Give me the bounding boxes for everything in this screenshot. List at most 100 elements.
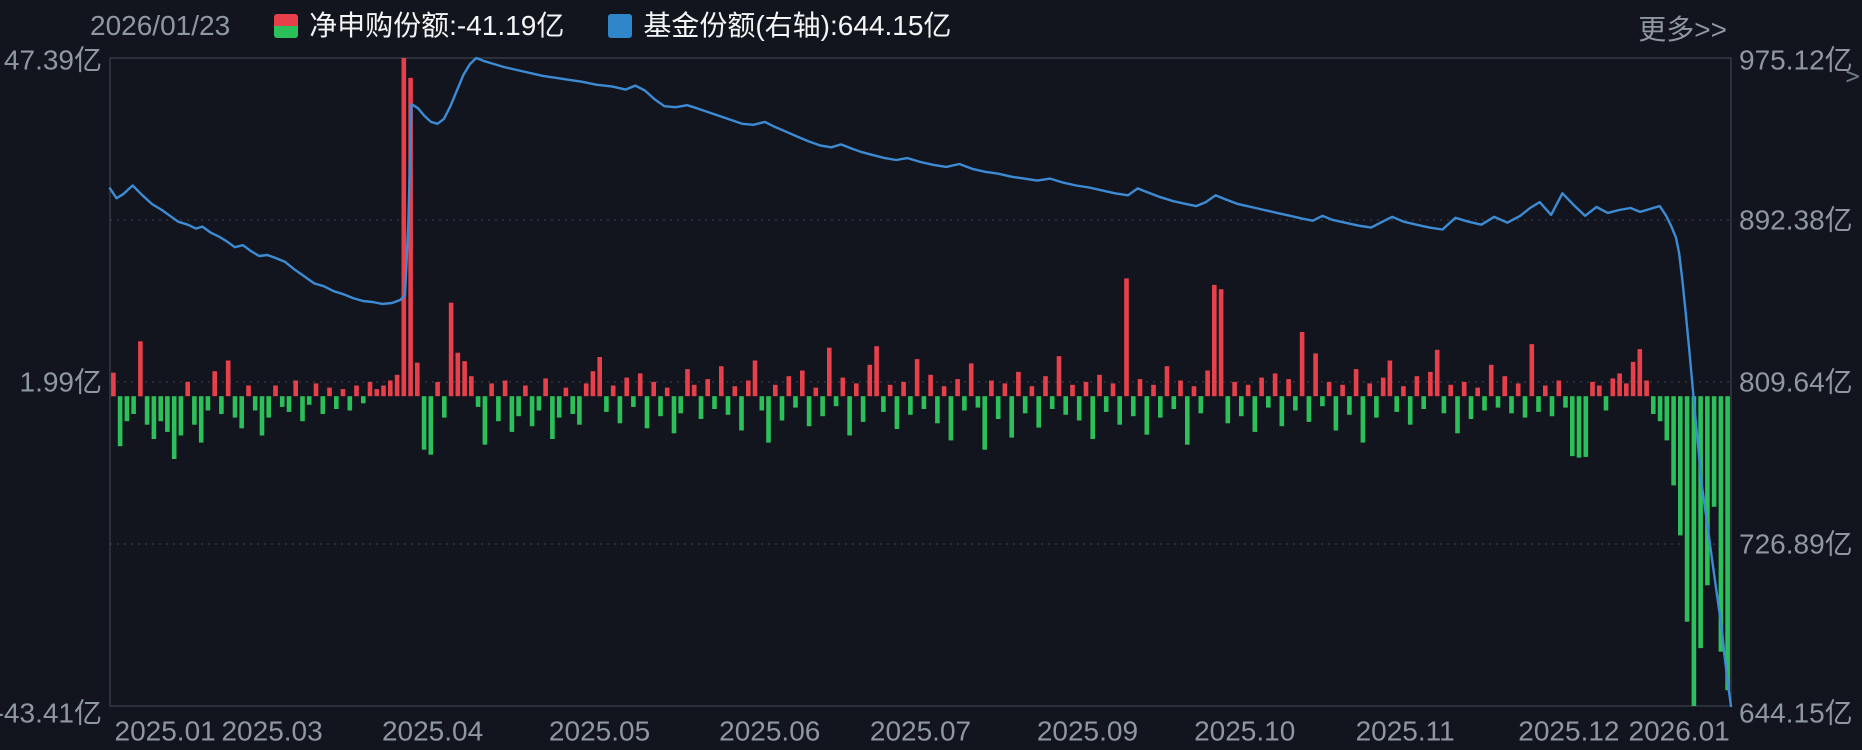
bar-outflow[interactable] <box>151 396 157 439</box>
bar-outflow[interactable] <box>442 396 447 418</box>
bar-inflow[interactable] <box>1178 380 1183 397</box>
bar-inflow[interactable] <box>1630 361 1636 397</box>
bar-inflow[interactable] <box>664 387 670 397</box>
bar-inflow[interactable] <box>293 380 298 397</box>
bar-inflow[interactable] <box>610 385 616 397</box>
bar-inflow[interactable] <box>1387 360 1393 397</box>
bar-outflow[interactable] <box>982 396 987 450</box>
bar-outflow[interactable] <box>1603 396 1609 411</box>
bar-outflow[interactable] <box>881 396 886 412</box>
bar-outflow[interactable] <box>1711 396 1717 507</box>
bar-inflow[interactable] <box>840 377 846 397</box>
bar-inflow[interactable] <box>225 360 231 397</box>
bar-inflow[interactable] <box>394 374 400 397</box>
bar-inflow[interactable] <box>1299 332 1305 397</box>
bar-outflow[interactable] <box>178 396 184 436</box>
bar-outflow[interactable] <box>1509 396 1514 414</box>
bar-inflow[interactable] <box>1002 383 1008 397</box>
bar-outflow[interactable] <box>577 396 582 425</box>
bar-outflow[interactable] <box>279 396 285 407</box>
bar-inflow[interactable] <box>273 385 278 397</box>
bar-outflow[interactable] <box>219 396 224 414</box>
bar-inflow[interactable] <box>597 357 602 397</box>
bar-inflow[interactable] <box>1434 349 1440 397</box>
bar-outflow[interactable] <box>1239 396 1244 417</box>
bar-outflow[interactable] <box>698 396 704 419</box>
bar-inflow[interactable] <box>691 384 697 397</box>
bar-inflow[interactable] <box>313 383 319 397</box>
bar-inflow[interactable] <box>1212 284 1217 397</box>
bar-outflow[interactable] <box>496 396 501 422</box>
bar-inflow[interactable] <box>813 387 819 397</box>
bar-inflow[interactable] <box>1245 384 1251 397</box>
bar-inflow[interactable] <box>1313 353 1318 397</box>
bar-outflow[interactable] <box>117 396 123 447</box>
bar-outflow[interactable] <box>1252 396 1258 432</box>
bar-inflow[interactable] <box>212 371 217 397</box>
bar-outflow[interactable] <box>1651 396 1656 414</box>
bar-inflow[interactable] <box>1367 383 1372 397</box>
bar-outflow[interactable] <box>428 396 434 455</box>
bar-outflow[interactable] <box>131 396 136 414</box>
bar-outflow[interactable] <box>1394 396 1399 412</box>
bar-outflow[interactable] <box>1678 396 1683 536</box>
bar-inflow[interactable] <box>901 381 906 397</box>
bar-outflow[interactable] <box>1049 396 1055 409</box>
bar-inflow[interactable] <box>455 352 461 397</box>
bar-outflow[interactable] <box>165 396 170 432</box>
bar-inflow[interactable] <box>502 380 508 397</box>
bar-inflow[interactable] <box>941 386 947 397</box>
bar-inflow[interactable] <box>1488 364 1494 397</box>
bar-outflow[interactable] <box>1076 396 1082 421</box>
bar-outflow[interactable] <box>1522 396 1528 418</box>
bar-outflow[interactable] <box>1090 396 1095 439</box>
bar-outflow[interactable] <box>1671 396 1676 486</box>
bar-inflow[interactable] <box>1428 371 1433 397</box>
bar-outflow[interactable] <box>793 396 798 408</box>
bar-outflow[interactable] <box>192 396 197 425</box>
bar-inflow[interactable] <box>1083 381 1089 397</box>
bar-outflow[interactable] <box>1725 396 1730 691</box>
bar-outflow[interactable] <box>833 396 839 407</box>
bar-outflow[interactable] <box>1691 396 1697 706</box>
bar-outflow[interactable] <box>1266 396 1271 408</box>
bar-inflow[interactable] <box>1151 384 1156 397</box>
bar-outflow[interactable] <box>306 396 312 405</box>
bar-inflow[interactable] <box>185 381 190 397</box>
bar-inflow[interactable] <box>1016 371 1021 397</box>
bar-outflow[interactable] <box>1158 396 1163 418</box>
bar-inflow[interactable] <box>968 363 974 397</box>
bar-inflow[interactable] <box>1502 376 1507 397</box>
bar-outflow[interactable] <box>806 396 812 427</box>
bar-outflow[interactable] <box>570 396 575 414</box>
bar-outflow[interactable] <box>1144 396 1150 435</box>
bar-inflow[interactable] <box>1475 387 1480 397</box>
bar-inflow[interactable] <box>989 380 994 397</box>
bar-inflow[interactable] <box>327 387 332 397</box>
bar-inflow[interactable] <box>583 383 589 397</box>
bar-inflow[interactable] <box>1644 380 1649 397</box>
bar-outflow[interactable] <box>259 396 265 436</box>
bar-inflow[interactable] <box>955 379 960 397</box>
bar-inflow[interactable] <box>590 371 596 397</box>
bar-outflow[interactable] <box>1360 396 1366 443</box>
bar-outflow[interactable] <box>550 396 555 439</box>
bar-inflow[interactable] <box>637 373 643 397</box>
bar-inflow[interactable] <box>1124 278 1129 397</box>
bar-outflow[interactable] <box>1171 396 1177 409</box>
bar-outflow[interactable] <box>475 396 481 407</box>
bar-outflow[interactable] <box>266 396 271 418</box>
bar-outflow[interactable] <box>124 396 130 422</box>
bar-inflow[interactable] <box>1070 384 1075 397</box>
bar-outflow[interactable] <box>1549 396 1555 417</box>
bar-inflow[interactable] <box>469 376 474 397</box>
bar-inflow[interactable] <box>874 346 879 397</box>
bar-inflow[interactable] <box>381 385 386 397</box>
bar-inflow[interactable] <box>786 376 792 397</box>
bar-outflow[interactable] <box>529 396 535 427</box>
bar-inflow[interactable] <box>624 377 629 397</box>
bar-outflow[interactable] <box>421 396 427 450</box>
bar-outflow[interactable] <box>1576 396 1582 458</box>
bar-outflow[interactable] <box>1563 396 1568 408</box>
bar-inflow[interactable] <box>1340 384 1345 397</box>
